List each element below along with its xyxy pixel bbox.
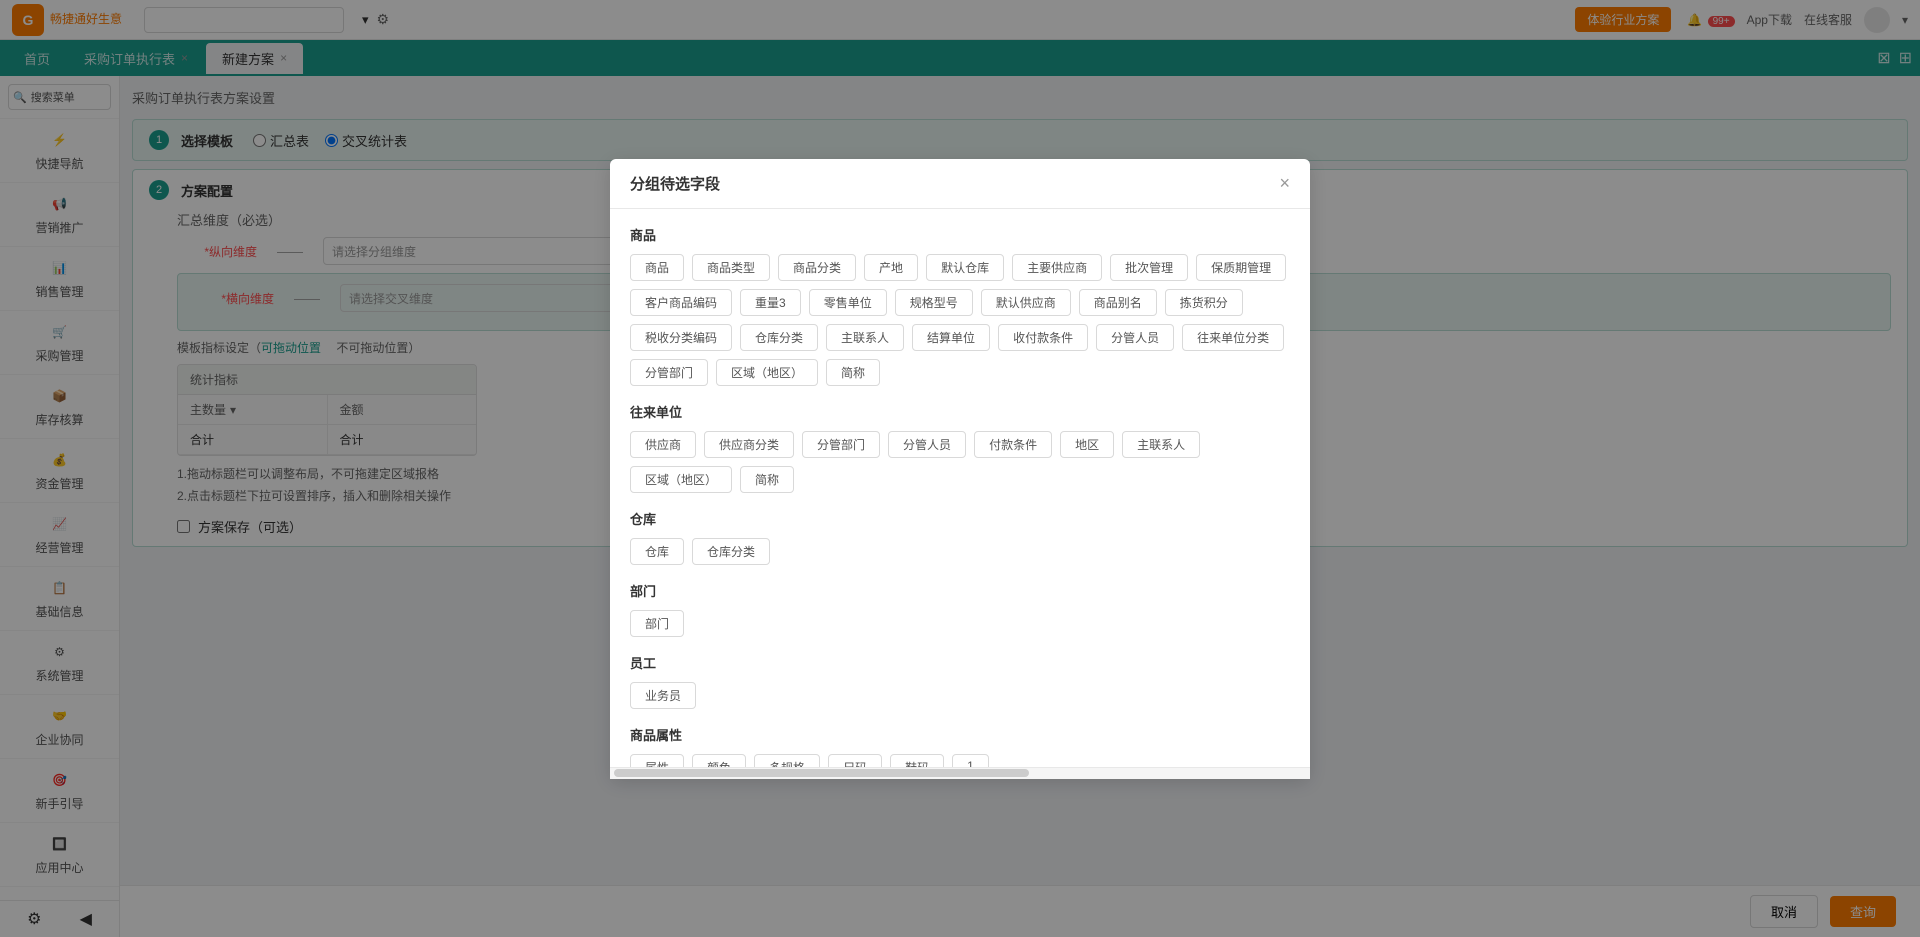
section-warehouse-title: 仓库 [630, 509, 1290, 528]
field-contact[interactable]: 主联系人 [1122, 431, 1200, 458]
field-product-category[interactable]: 商品分类 [778, 254, 856, 281]
field-origin[interactable]: 产地 [864, 254, 918, 281]
field-product-alias[interactable]: 商品别名 [1079, 289, 1157, 316]
field-batch-mgmt[interactable]: 批次管理 [1110, 254, 1188, 281]
field-supervisor[interactable]: 分管人员 [1096, 324, 1174, 351]
field-region2[interactable]: 区域（地区） [630, 466, 732, 493]
field-department[interactable]: 部门 [630, 610, 684, 637]
field-default-warehouse[interactable]: 默认仓库 [926, 254, 1004, 281]
field-region[interactable]: 区域（地区） [716, 359, 818, 386]
field-retail-unit[interactable]: 零售单位 [809, 289, 887, 316]
field-one[interactable]: 1 [952, 754, 989, 767]
section-product: 商品 商品 商品类型 商品分类 产地 默认仓库 主要供应商 批次管理 保质期管理… [630, 225, 1290, 386]
section-employee-title: 员工 [630, 653, 1290, 672]
field-warehouse[interactable]: 仓库 [630, 538, 684, 565]
field-manage-person[interactable]: 分管人员 [888, 431, 966, 458]
modal-horizontal-scrollbar[interactable] [610, 767, 1310, 779]
section-department-fields: 部门 [630, 610, 1290, 637]
field-warehouse-category[interactable]: 仓库分类 [740, 324, 818, 351]
field-product-type[interactable]: 商品类型 [692, 254, 770, 281]
section-counterparty: 往来单位 供应商 供应商分类 分管部门 分管人员 付款条件 地区 主联系人 区域… [630, 402, 1290, 493]
section-counterparty-fields: 供应商 供应商分类 分管部门 分管人员 付款条件 地区 主联系人 区域（地区） … [630, 431, 1290, 493]
field-supplier[interactable]: 供应商 [630, 431, 696, 458]
field-main-contact[interactable]: 主联系人 [826, 324, 904, 351]
field-product[interactable]: 商品 [630, 254, 684, 281]
hscroll-thumb[interactable] [614, 769, 1029, 777]
field-weight[interactable]: 重量3 [740, 289, 801, 316]
section-product-title: 商品 [630, 225, 1290, 244]
modal-header: 分组待选字段 × [610, 159, 1310, 209]
field-counterparty-category[interactable]: 往来单位分类 [1182, 324, 1284, 351]
field-shoe-size[interactable]: 鞋码 [890, 754, 944, 767]
field-tax-code[interactable]: 税收分类编码 [630, 324, 732, 351]
section-counterparty-title: 往来单位 [630, 402, 1290, 421]
field-default-supplier[interactable]: 默认供应商 [981, 289, 1071, 316]
field-main-supplier[interactable]: 主要供应商 [1012, 254, 1102, 281]
field-payment-cond[interactable]: 付款条件 [974, 431, 1052, 458]
field-attr[interactable]: 属性 [630, 754, 684, 767]
section-department: 部门 部门 [630, 581, 1290, 637]
section-employee-fields: 业务员 [630, 682, 1290, 709]
modal-title: 分组待选字段 [630, 173, 720, 194]
field-salesman[interactable]: 业务员 [630, 682, 696, 709]
section-employee: 员工 业务员 [630, 653, 1290, 709]
modal-overlay: 分组待选字段 × 商品 商品 商品类型 商品分类 产地 默认仓库 主要供应商 批… [0, 0, 1920, 937]
modal: 分组待选字段 × 商品 商品 商品类型 商品分类 产地 默认仓库 主要供应商 批… [610, 159, 1310, 779]
section-product-attr: 商品属性 属性 颜色 多规格 尺码 鞋码 1 [630, 725, 1290, 767]
field-payment-terms[interactable]: 收付款条件 [998, 324, 1088, 351]
field-pick-points[interactable]: 拣货积分 [1165, 289, 1243, 316]
field-multi-spec[interactable]: 多规格 [754, 754, 820, 767]
field-settlement-unit[interactable]: 结算单位 [912, 324, 990, 351]
field-customer-code[interactable]: 客户商品编码 [630, 289, 732, 316]
field-abbrev[interactable]: 简称 [826, 359, 880, 386]
field-area[interactable]: 地区 [1060, 431, 1114, 458]
field-size[interactable]: 尺码 [828, 754, 882, 767]
section-warehouse-fields: 仓库 仓库分类 [630, 538, 1290, 565]
field-warehouse-cat[interactable]: 仓库分类 [692, 538, 770, 565]
field-shelf-life[interactable]: 保质期管理 [1196, 254, 1286, 281]
section-warehouse: 仓库 仓库 仓库分类 [630, 509, 1290, 565]
field-color[interactable]: 颜色 [692, 754, 746, 767]
field-abbrev2[interactable]: 简称 [740, 466, 794, 493]
modal-body: 商品 商品 商品类型 商品分类 产地 默认仓库 主要供应商 批次管理 保质期管理… [610, 209, 1310, 767]
field-spec-model[interactable]: 规格型号 [895, 289, 973, 316]
modal-close-button[interactable]: × [1279, 174, 1290, 192]
section-product-attr-title: 商品属性 [630, 725, 1290, 744]
field-manage-dept[interactable]: 分管部门 [802, 431, 880, 458]
section-department-title: 部门 [630, 581, 1290, 600]
section-product-fields: 商品 商品类型 商品分类 产地 默认仓库 主要供应商 批次管理 保质期管理 客户… [630, 254, 1290, 386]
field-dept[interactable]: 分管部门 [630, 359, 708, 386]
field-supplier-category[interactable]: 供应商分类 [704, 431, 794, 458]
section-product-attr-fields: 属性 颜色 多规格 尺码 鞋码 1 [630, 754, 1290, 767]
